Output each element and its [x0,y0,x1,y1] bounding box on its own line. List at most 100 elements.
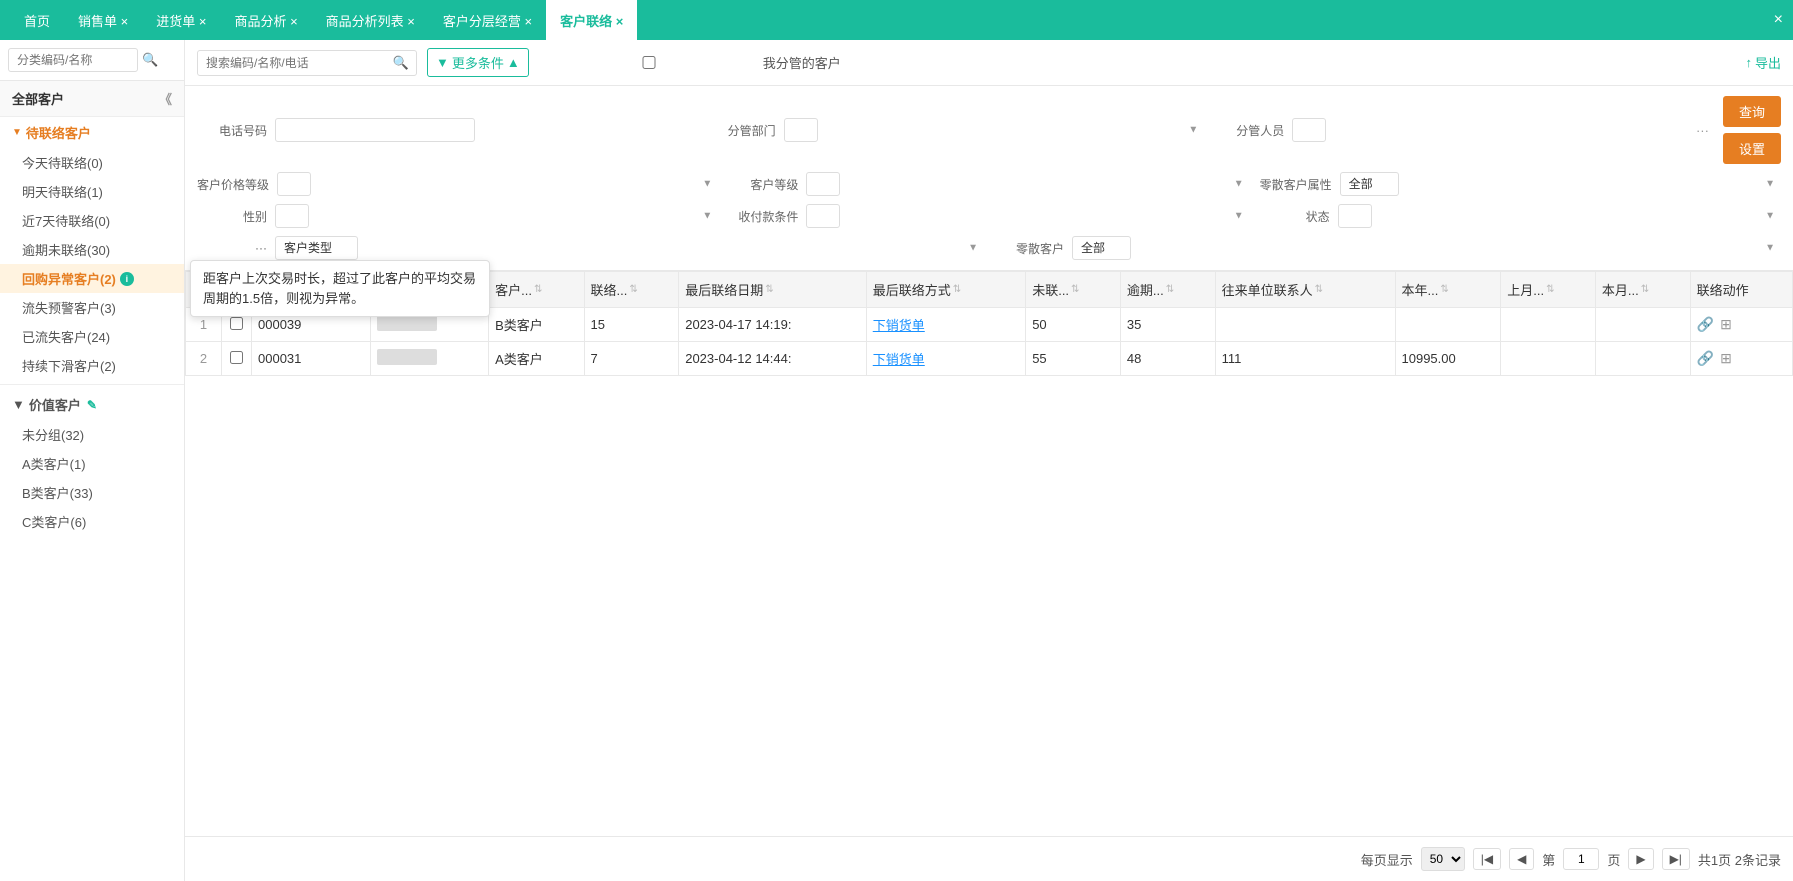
query-button[interactable]: 查询 [1723,96,1781,127]
branch-person-select[interactable] [1292,118,1326,142]
gender-select[interactable] [275,204,309,228]
sidebar-search-input[interactable] [8,48,138,72]
row-2-checkbox[interactable] [230,351,243,364]
row-1-unit-contact [1215,308,1395,342]
th-overdue[interactable]: 逾期... ⇅ [1120,272,1215,308]
value-edit-icon[interactable]: ✎ [87,398,97,412]
retail-customer-field: 零散客户 全部 ▼ [994,236,1781,260]
th-actions: 联络动作 [1690,272,1792,308]
customer-level-select[interactable] [806,172,840,196]
sidebar-today-pending[interactable]: 今天待联络(0) [0,148,184,177]
branch-dept-select[interactable] [784,118,818,142]
th-uncontacted[interactable]: 未联... ⇅ [1026,272,1121,308]
customer-type-select[interactable]: 客户类型 [275,236,358,260]
b-class-label: B类客户(33) [22,483,93,502]
sidebar-lost-pre-warning[interactable]: 流失预警客户(3) [0,293,184,322]
sidebar-ungrouped[interactable]: 未分组(32) [0,420,184,449]
gender-select-wrap: ▼ [275,204,718,228]
row-1-last-date: 2023-04-17 14:19: [679,308,867,342]
th-yearly[interactable]: 本年... ⇅ [1395,272,1501,308]
sort-icon-last-month: ⇅ [1546,284,1554,295]
sidebar-overdue-pending[interactable]: 逾期未联络(30) [0,235,184,264]
nav-product-analysis[interactable]: 商品分析 × [220,0,311,40]
nav-product-analysis-list[interactable]: 商品分析列表 × [312,0,429,40]
sidebar-lost-customers[interactable]: 已流失客户(24) [0,322,184,351]
week-pending-label: 近7天待联络(0) [22,211,110,230]
sidebar-a-class[interactable]: A类客户(1) [0,449,184,478]
row-2-qr-icon[interactable]: ⊞ [1720,350,1732,367]
th-overdue-label: 逾期... [1127,280,1164,299]
sidebar-collapse-icon[interactable]: 《 [159,89,172,108]
first-page-button[interactable]: |◀ [1473,848,1501,870]
payment-select-wrap: ▼ [806,204,1249,228]
sidebar-pending-contact-section[interactable]: ▼ 待联络客户 [0,117,184,148]
main-search-input[interactable] [197,50,417,76]
ungrouped-label: 未分组(32) [22,425,84,444]
nav-customer-tiered[interactable]: 客户分层经营 × [429,0,546,40]
th-last-month[interactable]: 上月... ⇅ [1501,272,1596,308]
page-number-input[interactable] [1563,848,1599,870]
main-search-icon[interactable]: 🔍 [393,55,409,71]
th-customer-type[interactable]: 客户... ⇅ [489,272,584,308]
row-checkbox-2[interactable] [222,342,252,376]
row-1-method-link[interactable]: 下销货单 [873,318,925,333]
sidebar-tomorrow-pending[interactable]: 明天待联络(1) [0,177,184,206]
th-last-contact-date[interactable]: 最后联络日期 ⇅ [679,272,867,308]
th-unit-contact[interactable]: 往来单位联系人 ⇅ [1215,272,1395,308]
sort-icon-contact: ⇅ [629,284,637,295]
row-1-last-method[interactable]: 下销货单 [866,308,1025,342]
nav-home[interactable]: 首页 [10,0,64,40]
more-conditions-button[interactable]: ▼ 更多条件 ▲ [427,48,529,77]
th-contact-count[interactable]: 联络... ⇅ [584,272,679,308]
nav-customer-contact[interactable]: 客户联络 × [546,0,637,40]
nav-sales[interactable]: 销售单 × [64,0,142,40]
payment-field: 收付款条件 ▼ [728,204,1249,228]
row-2-link-icon[interactable]: 🔗 [1697,350,1714,367]
customer-price-select[interactable] [277,172,311,196]
per-page-select[interactable]: 50 [1421,847,1465,871]
branch-person-label: 分管人员 [1214,122,1284,139]
next-page-button[interactable]: ▶ [1628,848,1653,870]
setting-button[interactable]: 设置 [1723,133,1781,164]
sidebar-b-class[interactable]: B类客户(33) [0,478,184,507]
export-button[interactable]: ↑ 导出 [1745,53,1781,72]
sidebar-repurchase-abnormal[interactable]: 回购异常客户(2) i [0,264,184,293]
payment-select[interactable] [806,204,840,228]
row-1-qr-icon[interactable]: ⊞ [1720,316,1732,333]
my-customers-checkbox[interactable] [539,56,759,69]
tooltip-box: 距客户上次交易时长，超过了此客户的平均交易周期的1.5倍，则视为异常。 [190,260,490,317]
th-contact-count-label: 联络... [591,280,628,299]
retail-attr-select[interactable]: 全部 [1340,172,1399,196]
row-2-method-link[interactable]: 下销货单 [873,352,925,367]
th-last-contact-method[interactable]: 最后联络方式 ⇅ [866,272,1025,308]
branch-dept-chevron-icon: ▼ [1188,125,1198,136]
status-select[interactable] [1338,204,1372,228]
row-2-last-date: 2023-04-12 14:44: [679,342,867,376]
customer-type-label: ··· [197,241,267,255]
sidebar-week-pending[interactable]: 近7天待联络(0) [0,206,184,235]
branch-dept-select-wrap: ▼ [784,118,1205,142]
status-select-wrap: ▼ [1338,204,1781,228]
sidebar-c-class[interactable]: C类客户(6) [0,507,184,536]
sidebar-search-icon[interactable]: 🔍 [142,52,158,68]
branch-person-dots[interactable]: ··· [1692,123,1713,138]
th-this-month[interactable]: 本月... ⇅ [1595,272,1690,308]
nav-purchase[interactable]: 进货单 × [142,0,220,40]
value-customers-label: 价值客户 [29,395,81,414]
branch-person-select-wrap [1292,118,1692,142]
customer-type-select-wrap: 客户类型 ▼ [275,236,984,260]
customer-price-select-wrap: ▼ [277,172,718,196]
retail-customer-select[interactable]: 全部 [1072,236,1131,260]
sidebar-continuous-down[interactable]: 持续下滑客户(2) [0,351,184,380]
close-button[interactable]: × [1774,11,1783,29]
row-2-last-method[interactable]: 下销货单 [866,342,1025,376]
prev-page-button[interactable]: ◀ [1509,848,1534,870]
phone-input[interactable] [275,118,475,142]
last-page-button[interactable]: ▶| [1662,848,1690,870]
row-2-name[interactable] [370,342,489,376]
my-customers-checkbox-wrap[interactable]: 我分管的客户 [539,53,841,72]
row-1-link-icon[interactable]: 🔗 [1697,316,1714,333]
row-2-type: A类客户 [489,342,584,376]
row-1-checkbox[interactable] [230,317,243,330]
sidebar: 🔍 全部客户 《 ▼ 待联络客户 今天待联络(0) 明天待联络(1) 近7天待联… [0,40,185,881]
